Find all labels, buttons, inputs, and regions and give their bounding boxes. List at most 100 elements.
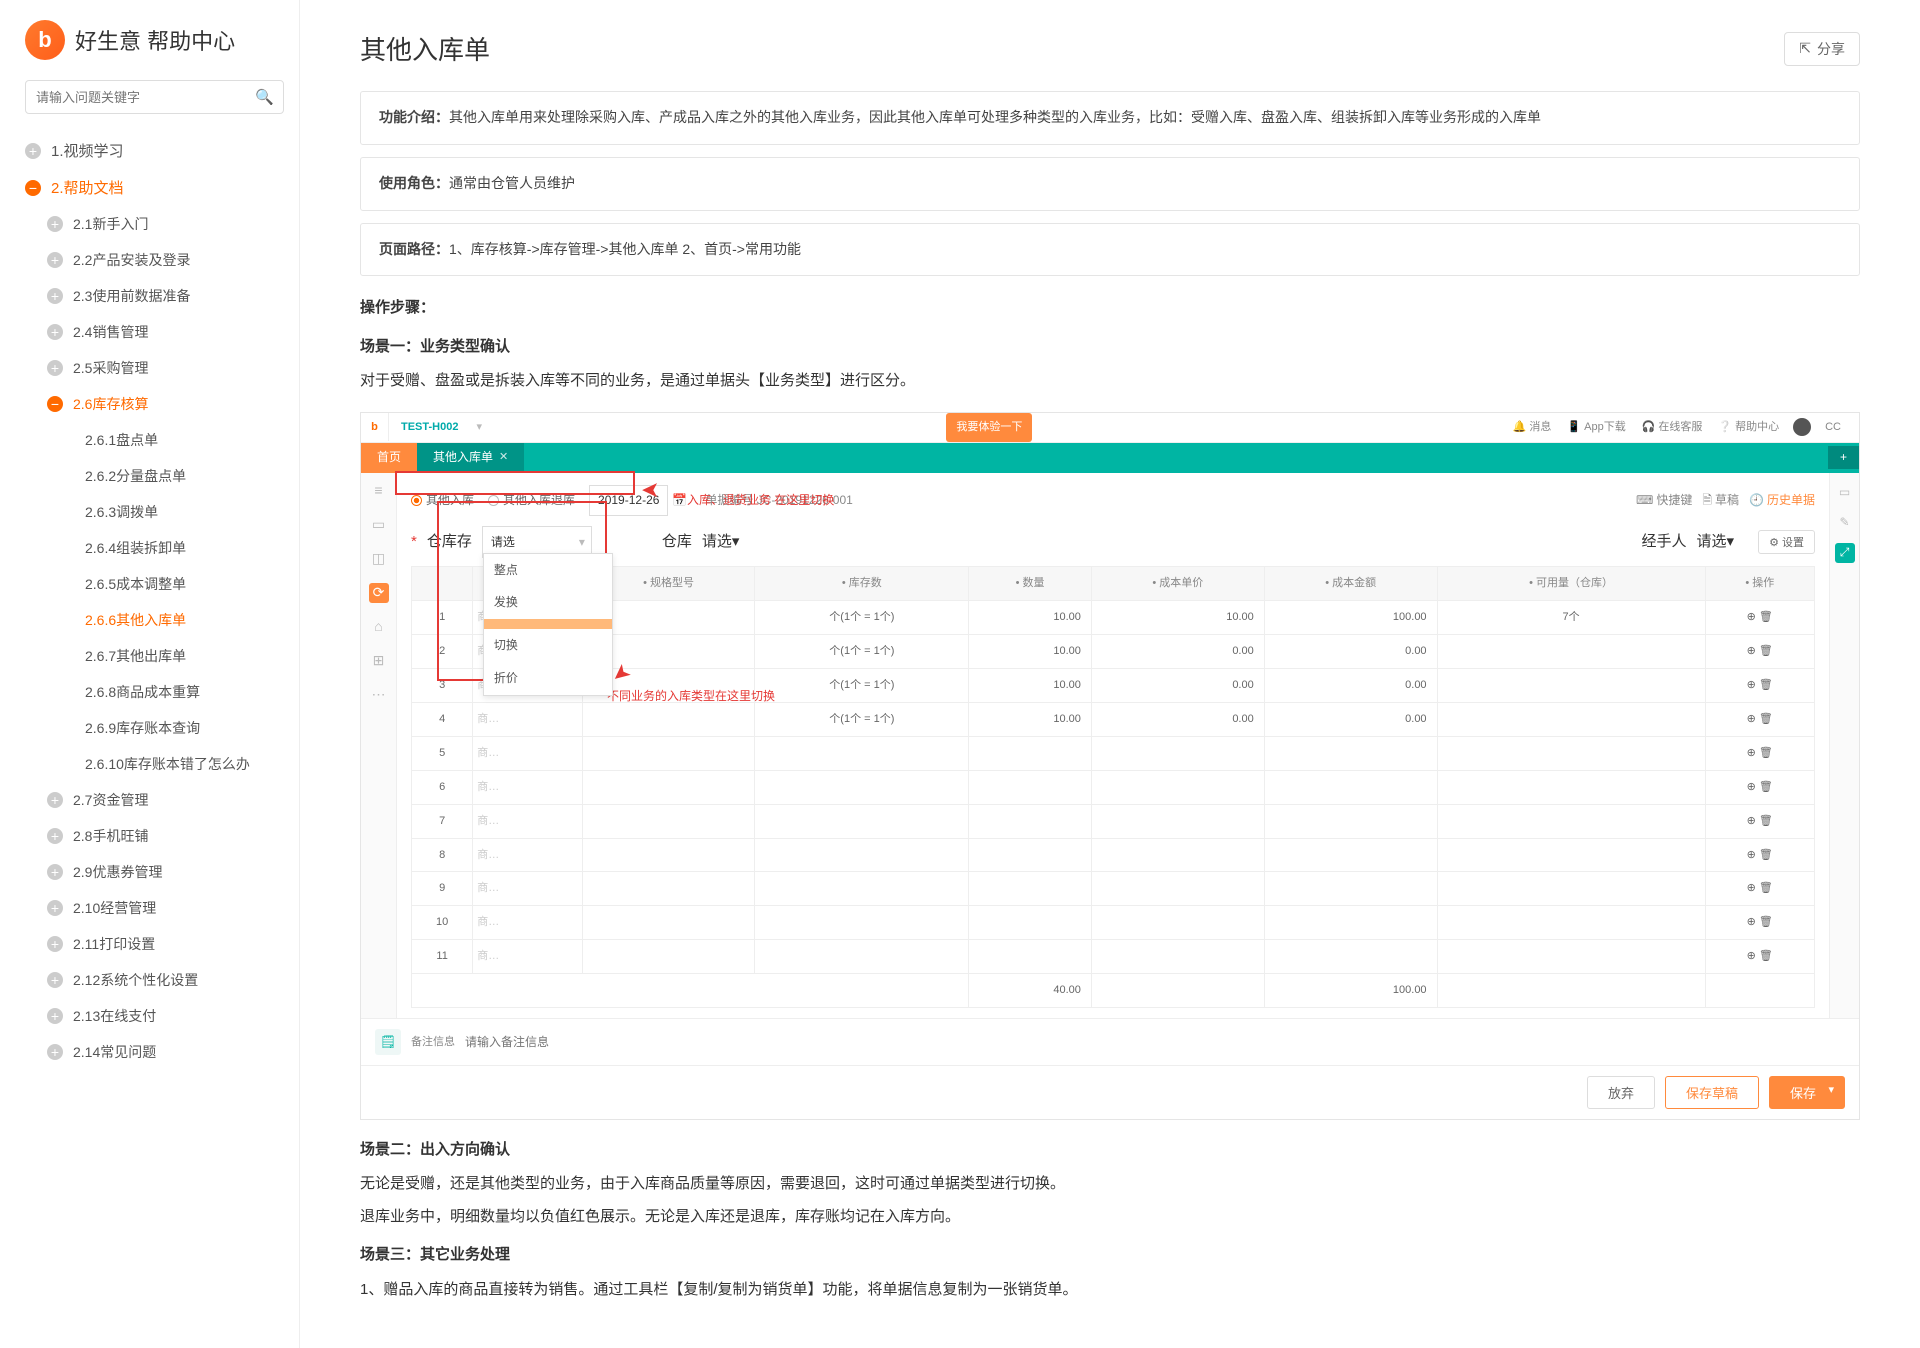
dropdown-option[interactable] bbox=[484, 619, 612, 629]
nav-item[interactable]: +2.13在线支付 bbox=[25, 998, 284, 1034]
nav-item[interactable]: 2.6.9库存账本查询 bbox=[25, 710, 284, 746]
table-row[interactable]: 7商…⊕ 🗑 bbox=[412, 804, 1815, 838]
bar-icon[interactable]: ⋯ bbox=[369, 685, 389, 705]
intro-box: 功能介绍：其他入库单用来处理除采购入库、产成品入库之外的其他入库业务，因此其他入… bbox=[360, 91, 1860, 145]
setting-button[interactable]: ⚙ 设置 bbox=[1758, 530, 1815, 554]
bar-icon[interactable]: ≡ bbox=[369, 481, 389, 501]
memo-input[interactable] bbox=[465, 1035, 1845, 1049]
nav-item[interactable]: −2.帮助文档 bbox=[25, 169, 284, 206]
nav-item[interactable]: +2.5采购管理 bbox=[25, 350, 284, 386]
row-actions[interactable]: ⊕ 🗑 bbox=[1705, 804, 1814, 838]
help-link[interactable]: ❔帮助中心 bbox=[1718, 417, 1779, 438]
path-label: 页面路径： bbox=[379, 241, 449, 257]
plus-icon: + bbox=[47, 216, 63, 232]
bar-icon[interactable]: ⊞ bbox=[369, 651, 389, 671]
table-row[interactable]: 1商…个(1个 = 1个)10.0010.00100.007个⊕ 🗑 bbox=[412, 601, 1815, 635]
nav-item[interactable]: +2.10经营管理 bbox=[25, 890, 284, 926]
table-row[interactable]: 5商…⊕ 🗑 bbox=[412, 736, 1815, 770]
history-link[interactable]: 🕘历史单据 bbox=[1749, 489, 1815, 512]
tab-active[interactable]: 其他入库单✕ bbox=[417, 443, 524, 473]
user-name[interactable]: CC bbox=[1825, 417, 1841, 438]
savedraft-button[interactable]: 保存草稿 bbox=[1665, 1076, 1759, 1109]
nav-item[interactable]: +2.14常见问题 bbox=[25, 1034, 284, 1070]
row-actions[interactable]: ⊕ 🗑 bbox=[1705, 635, 1814, 669]
row-actions[interactable]: ⊕ 🗑 bbox=[1705, 872, 1814, 906]
dropdown-option[interactable]: 发换 bbox=[484, 586, 612, 619]
store-select[interactable]: 请选▾ bbox=[702, 528, 740, 557]
table-row[interactable]: 6商…⊕ 🗑 bbox=[412, 770, 1815, 804]
cancel-button[interactable]: 放弃 bbox=[1587, 1076, 1655, 1109]
handler-select[interactable]: 请选▾ bbox=[1697, 528, 1735, 557]
row-actions[interactable]: ⊕ 🗑 bbox=[1705, 770, 1814, 804]
row-actions[interactable]: ⊕ 🗑 bbox=[1705, 669, 1814, 703]
quickkey-link[interactable]: ⌨快捷键 bbox=[1636, 489, 1692, 512]
row-actions[interactable]: ⊕ 🗑 bbox=[1705, 601, 1814, 635]
trial-button[interactable]: 我要体验一下 bbox=[946, 413, 1032, 442]
row-actions[interactable]: ⊕ 🗑 bbox=[1705, 736, 1814, 770]
row-actions[interactable]: ⊕ 🗑 bbox=[1705, 838, 1814, 872]
scene3-title: 场景三：其它业务处理 bbox=[360, 1241, 1860, 1270]
bar-icon[interactable]: ⌂ bbox=[369, 617, 389, 637]
draft-link[interactable]: 🗎草稿 bbox=[1702, 489, 1739, 512]
radio-in[interactable]: 其他入库 bbox=[411, 489, 474, 512]
close-icon[interactable]: ✕ bbox=[499, 447, 508, 468]
dropdown-option[interactable]: 整点 bbox=[484, 554, 612, 587]
page-title: 其他入库单 bbox=[360, 30, 490, 67]
dropdown-option[interactable]: 折价 bbox=[484, 662, 612, 695]
nav-item[interactable]: +2.11打印设置 bbox=[25, 926, 284, 962]
row-actions[interactable]: ⊕ 🗑 bbox=[1705, 906, 1814, 940]
share-button[interactable]: ⇱ 分享 bbox=[1784, 32, 1860, 66]
table-row[interactable]: 11商…⊕ 🗑 bbox=[412, 940, 1815, 974]
nav-item[interactable]: 2.6.5成本调整单 bbox=[25, 566, 284, 602]
nav-item[interactable]: 2.6.3调拨单 bbox=[25, 494, 284, 530]
table-row[interactable]: 9商…⊕ 🗑 bbox=[412, 872, 1815, 906]
nav-item-label: 2.6.5成本调整单 bbox=[85, 574, 186, 594]
data-grid: • 商品• 规格型号• 库存数• 数量• 成本单价• 成本金额• 可用量（仓库）… bbox=[411, 566, 1815, 1008]
nav-item[interactable]: +2.9优惠券管理 bbox=[25, 854, 284, 890]
app-link[interactable]: 📱App下载 bbox=[1567, 417, 1625, 438]
search-icon[interactable]: 🔍 bbox=[255, 88, 274, 106]
nav-item[interactable]: 2.6.4组装拆卸单 bbox=[25, 530, 284, 566]
steps-heading: 操作步骤： bbox=[360, 294, 1860, 323]
nav-item[interactable]: −2.6库存核算 bbox=[25, 386, 284, 422]
nav-item[interactable]: 2.6.8商品成本重算 bbox=[25, 674, 284, 710]
save-button[interactable]: 保存 bbox=[1769, 1076, 1845, 1109]
chevron-down-icon: ▾ bbox=[579, 531, 585, 554]
nav-item[interactable]: +2.7资金管理 bbox=[25, 782, 284, 818]
nav-item[interactable]: 2.6.2分量盘点单 bbox=[25, 458, 284, 494]
nav-item[interactable]: +2.4销售管理 bbox=[25, 314, 284, 350]
nav-item[interactable]: +2.1新手入门 bbox=[25, 206, 284, 242]
cs-link[interactable]: 🎧在线客服 bbox=[1642, 417, 1703, 438]
scene2-p2: 退库业务中，明细数量均以负值红色展示。无论是入库还是退库，库存账均记在入库方向。 bbox=[360, 1203, 1860, 1232]
bar-icon[interactable]: ▭ bbox=[369, 515, 389, 535]
bar-icon[interactable]: ⟳ bbox=[369, 583, 389, 603]
table-row[interactable]: 8商…⊕ 🗑 bbox=[412, 838, 1815, 872]
side-icon[interactable]: ▭ bbox=[1835, 483, 1855, 503]
calendar-icon[interactable]: 📅 bbox=[672, 489, 687, 512]
avatar-icon[interactable] bbox=[1793, 418, 1811, 436]
search-input[interactable] bbox=[25, 80, 284, 114]
row-actions[interactable]: ⊕ 🗑 bbox=[1705, 940, 1814, 974]
nav-item[interactable]: +1.视频学习 bbox=[25, 132, 284, 169]
plus-icon: + bbox=[47, 252, 63, 268]
table-row[interactable]: 10商…⊕ 🗑 bbox=[412, 906, 1815, 940]
msg-link[interactable]: 🔔消息 bbox=[1513, 417, 1552, 438]
side-icon[interactable]: ⤢ bbox=[1835, 543, 1855, 563]
nav-item[interactable]: +2.8手机旺铺 bbox=[25, 818, 284, 854]
nav-item[interactable]: +2.2产品安装及登录 bbox=[25, 242, 284, 278]
nav-item[interactable]: +2.3使用前数据准备 bbox=[25, 278, 284, 314]
type-select[interactable]: 请选▾ 整点发换切换折价 bbox=[482, 526, 592, 559]
nav-item[interactable]: 2.6.7其他出库单 bbox=[25, 638, 284, 674]
tab-home[interactable]: 首页 bbox=[361, 443, 417, 473]
plus-icon: + bbox=[47, 900, 63, 916]
nav-item[interactable]: 2.6.1盘点单 bbox=[25, 422, 284, 458]
radio-return[interactable]: 其他入库退库 bbox=[488, 489, 575, 512]
side-icon[interactable]: ✎ bbox=[1835, 513, 1855, 533]
nav-item[interactable]: +2.12系统个性化设置 bbox=[25, 962, 284, 998]
row-actions[interactable]: ⊕ 🗑 bbox=[1705, 702, 1814, 736]
tab-add[interactable]: + bbox=[1828, 446, 1859, 469]
nav-item[interactable]: 2.6.10库存账本错了怎么办 bbox=[25, 746, 284, 782]
bar-icon[interactable]: ◫ bbox=[369, 549, 389, 569]
dropdown-option[interactable]: 切换 bbox=[484, 629, 612, 662]
nav-item[interactable]: 2.6.6其他入库单 bbox=[25, 602, 284, 638]
